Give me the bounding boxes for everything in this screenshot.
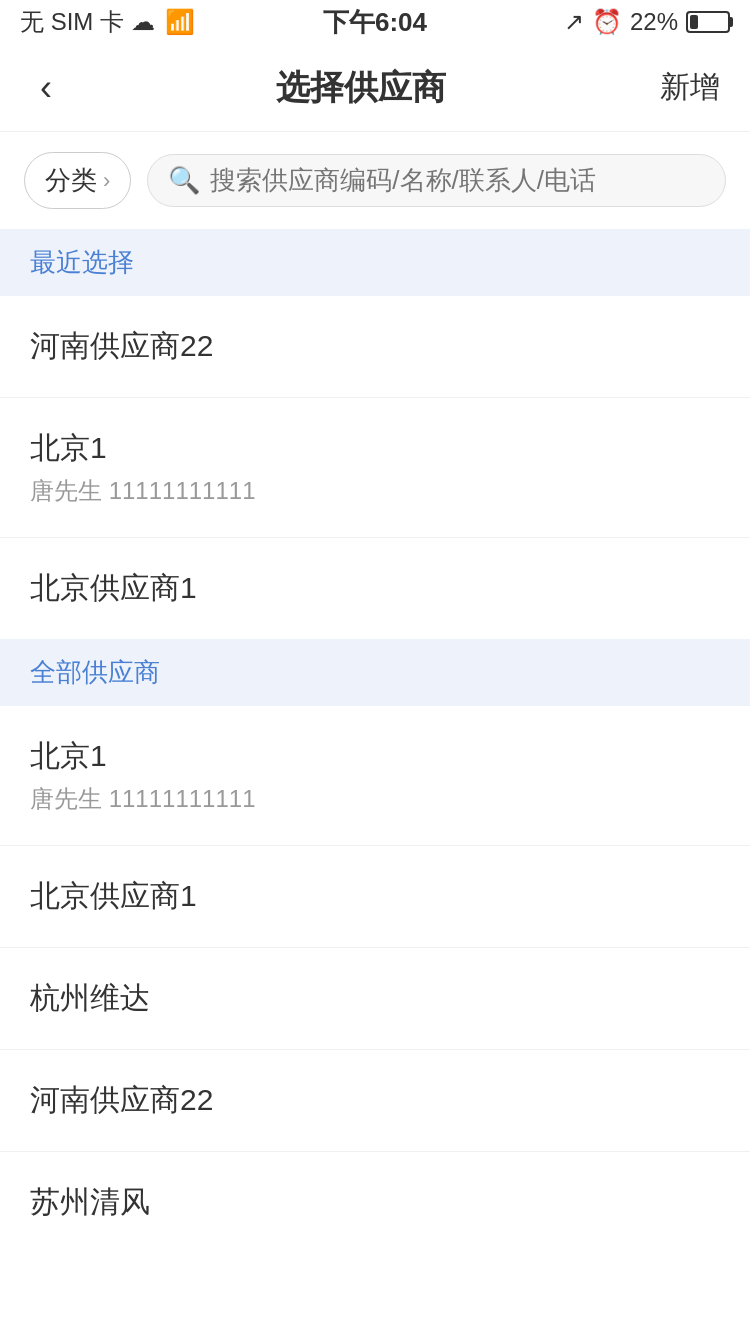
item-name: 河南供应商22 <box>30 326 720 367</box>
search-input-wrap: 🔍 <box>147 154 726 207</box>
list-item[interactable]: 北京供应商1 <box>0 846 750 948</box>
add-button[interactable]: 新增 <box>660 67 720 108</box>
item-name: 河南供应商22 <box>30 1080 720 1121</box>
item-sub: 唐先生 11111111111 <box>30 783 720 815</box>
list-item[interactable]: 杭州维达 <box>0 948 750 1050</box>
category-label: 分类 <box>45 163 97 198</box>
battery-text: 22% <box>630 8 678 36</box>
wifi-icon: 📶 <box>165 8 195 36</box>
list-item[interactable]: 河南供应商22 <box>0 296 750 398</box>
list-item[interactable]: 苏州清风 <box>0 1152 750 1253</box>
chevron-right-icon: › <box>103 168 110 194</box>
list-item[interactable]: 河南供应商22 <box>0 1050 750 1152</box>
search-bar: 分类 › 🔍 <box>0 132 750 229</box>
item-name: 北京1 <box>30 736 720 777</box>
page-title: 选择供应商 <box>276 65 446 111</box>
status-left: 无 SIM 卡 ☁ 📶 <box>20 6 195 38</box>
location-icon: ↗ <box>564 8 584 36</box>
list-item[interactable]: 北京1 唐先生 11111111111 <box>0 706 750 846</box>
status-right: ↗ ⏰ 22% <box>564 8 730 36</box>
all-items-list: 北京1 唐先生 11111111111 北京供应商1 杭州维达 河南供应商22 … <box>0 706 750 1253</box>
item-sub: 唐先生 11111111111 <box>30 475 720 507</box>
list-item[interactable]: 北京1 唐先生 11111111111 <box>0 398 750 538</box>
status-time: 下午6:04 <box>323 5 427 40</box>
all-section-label: 全部供应商 <box>30 657 160 687</box>
search-input[interactable] <box>210 165 705 196</box>
recent-section-header: 最近选择 <box>0 229 750 296</box>
nav-bar: ‹ 选择供应商 新增 <box>0 44 750 132</box>
category-button[interactable]: 分类 › <box>24 152 131 209</box>
back-button[interactable]: ‹ <box>30 57 62 119</box>
status-bar: 无 SIM 卡 ☁ 📶 下午6:04 ↗ ⏰ 22% <box>0 0 750 44</box>
item-name: 苏州清风 <box>30 1182 720 1223</box>
recent-section-label: 最近选择 <box>30 247 134 277</box>
list-item[interactable]: 北京供应商1 <box>0 538 750 639</box>
item-name: 北京供应商1 <box>30 876 720 917</box>
all-section-header: 全部供应商 <box>0 639 750 706</box>
recent-items-list: 河南供应商22 北京1 唐先生 11111111111 北京供应商1 <box>0 296 750 639</box>
item-name: 杭州维达 <box>30 978 720 1019</box>
item-name: 北京1 <box>30 428 720 469</box>
search-icon: 🔍 <box>168 165 200 196</box>
sim-status: 无 SIM 卡 ☁ <box>20 6 155 38</box>
battery-icon <box>686 11 730 33</box>
item-name: 北京供应商1 <box>30 568 720 609</box>
alarm-icon: ⏰ <box>592 8 622 36</box>
